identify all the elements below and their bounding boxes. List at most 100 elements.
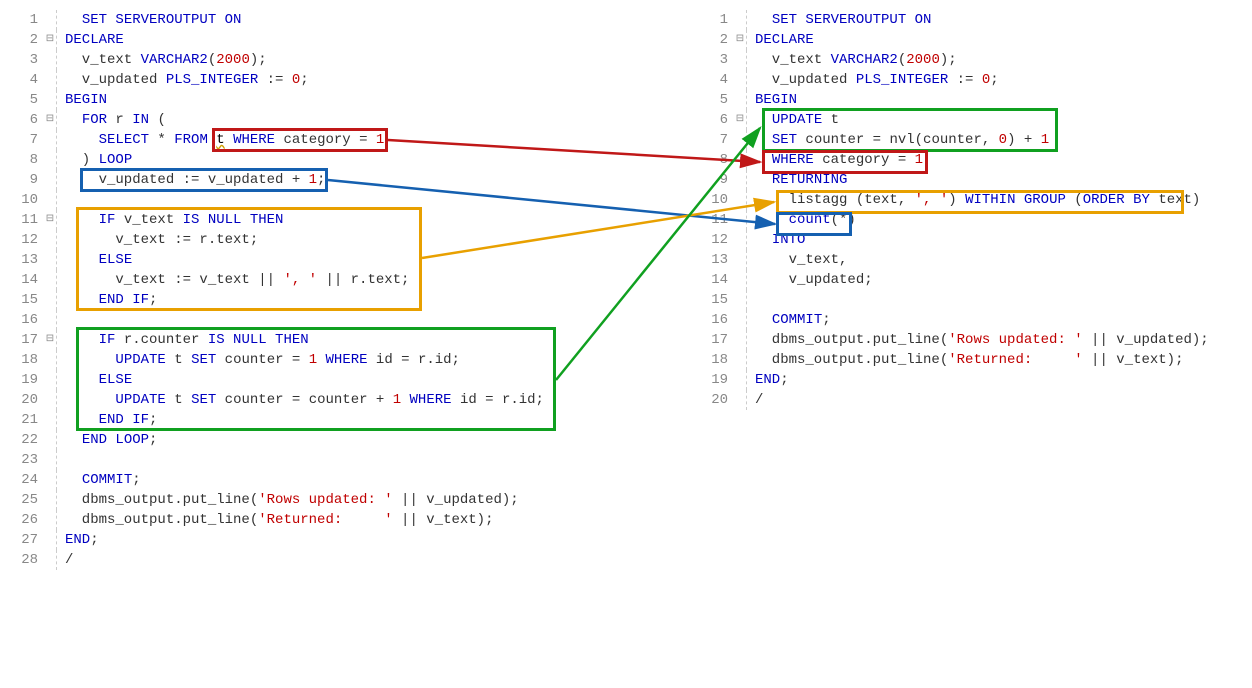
gutter-divider: [56, 450, 59, 470]
fold-toggle-icon[interactable]: ⊟: [44, 30, 56, 50]
fold-toggle-icon: [44, 130, 56, 150]
code-line: 16 COMMIT;: [700, 310, 1240, 330]
line-number: 3: [10, 50, 44, 70]
line-number: 3: [700, 50, 734, 70]
fold-toggle-icon: [44, 270, 56, 290]
code-line: 20 /: [700, 390, 1240, 410]
code-text: ) LOOP: [65, 150, 132, 170]
code-line: 21 END IF;: [10, 410, 670, 430]
fold-toggle-icon[interactable]: ⊟: [44, 210, 56, 230]
line-number: 7: [700, 130, 734, 150]
code-line: 2⊟DECLARE: [10, 30, 670, 50]
line-number: 21: [10, 410, 44, 430]
gutter-divider: [746, 30, 749, 50]
gutter-divider: [746, 10, 749, 30]
code-text: IF v_text IS NULL THEN: [65, 210, 283, 230]
line-number: 4: [10, 70, 44, 90]
gutter-divider: [746, 250, 749, 270]
code-line: 12 INTO: [700, 230, 1240, 250]
code-line: 25 dbms_output.put_line('Rows updated: '…: [10, 490, 670, 510]
line-number: 6: [10, 110, 44, 130]
line-number: 16: [700, 310, 734, 330]
fold-toggle-icon: [44, 190, 56, 210]
code-text: END;: [65, 530, 99, 550]
code-line: 3 v_text VARCHAR2(2000);: [700, 50, 1240, 70]
line-number: 13: [700, 250, 734, 270]
gutter-divider: [56, 370, 59, 390]
fold-toggle-icon: [44, 90, 56, 110]
fold-toggle-icon: [44, 550, 56, 570]
line-number: 1: [10, 10, 44, 30]
gutter-divider: [56, 270, 59, 290]
code-line: 9 v_updated := v_updated + 1;: [10, 170, 670, 190]
code-line: 10 listagg (text, ', ') WITHIN GROUP (OR…: [700, 190, 1240, 210]
line-number: 20: [10, 390, 44, 410]
gutter-divider: [746, 130, 749, 150]
line-number: 2: [10, 30, 44, 50]
fold-toggle-icon: [44, 510, 56, 530]
line-number: 17: [700, 330, 734, 350]
code-line: 6⊟ UPDATE t: [700, 110, 1240, 130]
line-number: 23: [10, 450, 44, 470]
fold-toggle-icon: [44, 450, 56, 470]
code-text: WHERE category = 1: [755, 150, 923, 170]
fold-toggle-icon: [44, 370, 56, 390]
code-line: 3 v_text VARCHAR2(2000);: [10, 50, 670, 70]
code-line: 15: [700, 290, 1240, 310]
line-number: 19: [10, 370, 44, 390]
code-line: 19 END;: [700, 370, 1240, 390]
gutter-divider: [746, 230, 749, 250]
gutter-divider: [746, 350, 749, 370]
fold-toggle-icon: [44, 390, 56, 410]
line-number: 16: [10, 310, 44, 330]
gutter-divider: [746, 190, 749, 210]
code-line: 23: [10, 450, 670, 470]
gutter-divider: [746, 370, 749, 390]
line-number: 5: [10, 90, 44, 110]
line-number: 8: [700, 150, 734, 170]
fold-toggle-icon: [734, 190, 746, 210]
fold-toggle-icon[interactable]: ⊟: [44, 110, 56, 130]
code-line: 24 COMMIT;: [10, 470, 670, 490]
code-text: UPDATE t SET counter = counter + 1 WHERE…: [65, 390, 544, 410]
code-text: v_text VARCHAR2(2000);: [65, 50, 267, 70]
line-number: 18: [700, 350, 734, 370]
fold-toggle-icon: [44, 470, 56, 490]
code-line: 12 v_text := r.text;: [10, 230, 670, 250]
line-number: 27: [10, 530, 44, 550]
fold-toggle-icon: [44, 310, 56, 330]
code-text: SET SERVEROUTPUT ON: [65, 10, 241, 30]
fold-toggle-icon: [44, 490, 56, 510]
code-text: DECLARE: [755, 30, 814, 50]
code-text: /: [65, 550, 73, 570]
code-line: 1 SET SERVEROUTPUT ON: [10, 10, 670, 30]
gutter-divider: [56, 330, 59, 350]
line-number: 19: [700, 370, 734, 390]
line-number: 8: [10, 150, 44, 170]
code-text: COMMIT;: [65, 470, 141, 490]
code-line: 10: [10, 190, 670, 210]
code-text: END IF;: [65, 290, 157, 310]
code-editor-left: 1 SET SERVEROUTPUT ON2⊟DECLARE3 v_text V…: [10, 10, 670, 570]
fold-toggle-icon: [734, 390, 746, 410]
code-line: 11⊟ IF v_text IS NULL THEN: [10, 210, 670, 230]
fold-toggle-icon: [44, 10, 56, 30]
gutter-divider: [56, 410, 59, 430]
code-line: 20 UPDATE t SET counter = counter + 1 WH…: [10, 390, 670, 410]
fold-toggle-icon: [734, 50, 746, 70]
line-number: 18: [10, 350, 44, 370]
line-number: 20: [700, 390, 734, 410]
line-number: 13: [10, 250, 44, 270]
fold-toggle-icon: [734, 90, 746, 110]
code-line: 7 SELECT * FROM t WHERE category = 1: [10, 130, 670, 150]
fold-toggle-icon[interactable]: ⊟: [734, 30, 746, 50]
code-line: 2⊟DECLARE: [700, 30, 1240, 50]
gutter-divider: [56, 50, 59, 70]
fold-toggle-icon[interactable]: ⊟: [44, 330, 56, 350]
fold-toggle-icon: [734, 170, 746, 190]
code-text: UPDATE t: [755, 110, 839, 130]
code-text: count(*): [755, 210, 856, 230]
code-text: v_text VARCHAR2(2000);: [755, 50, 957, 70]
line-number: 10: [700, 190, 734, 210]
fold-toggle-icon[interactable]: ⊟: [734, 110, 746, 130]
